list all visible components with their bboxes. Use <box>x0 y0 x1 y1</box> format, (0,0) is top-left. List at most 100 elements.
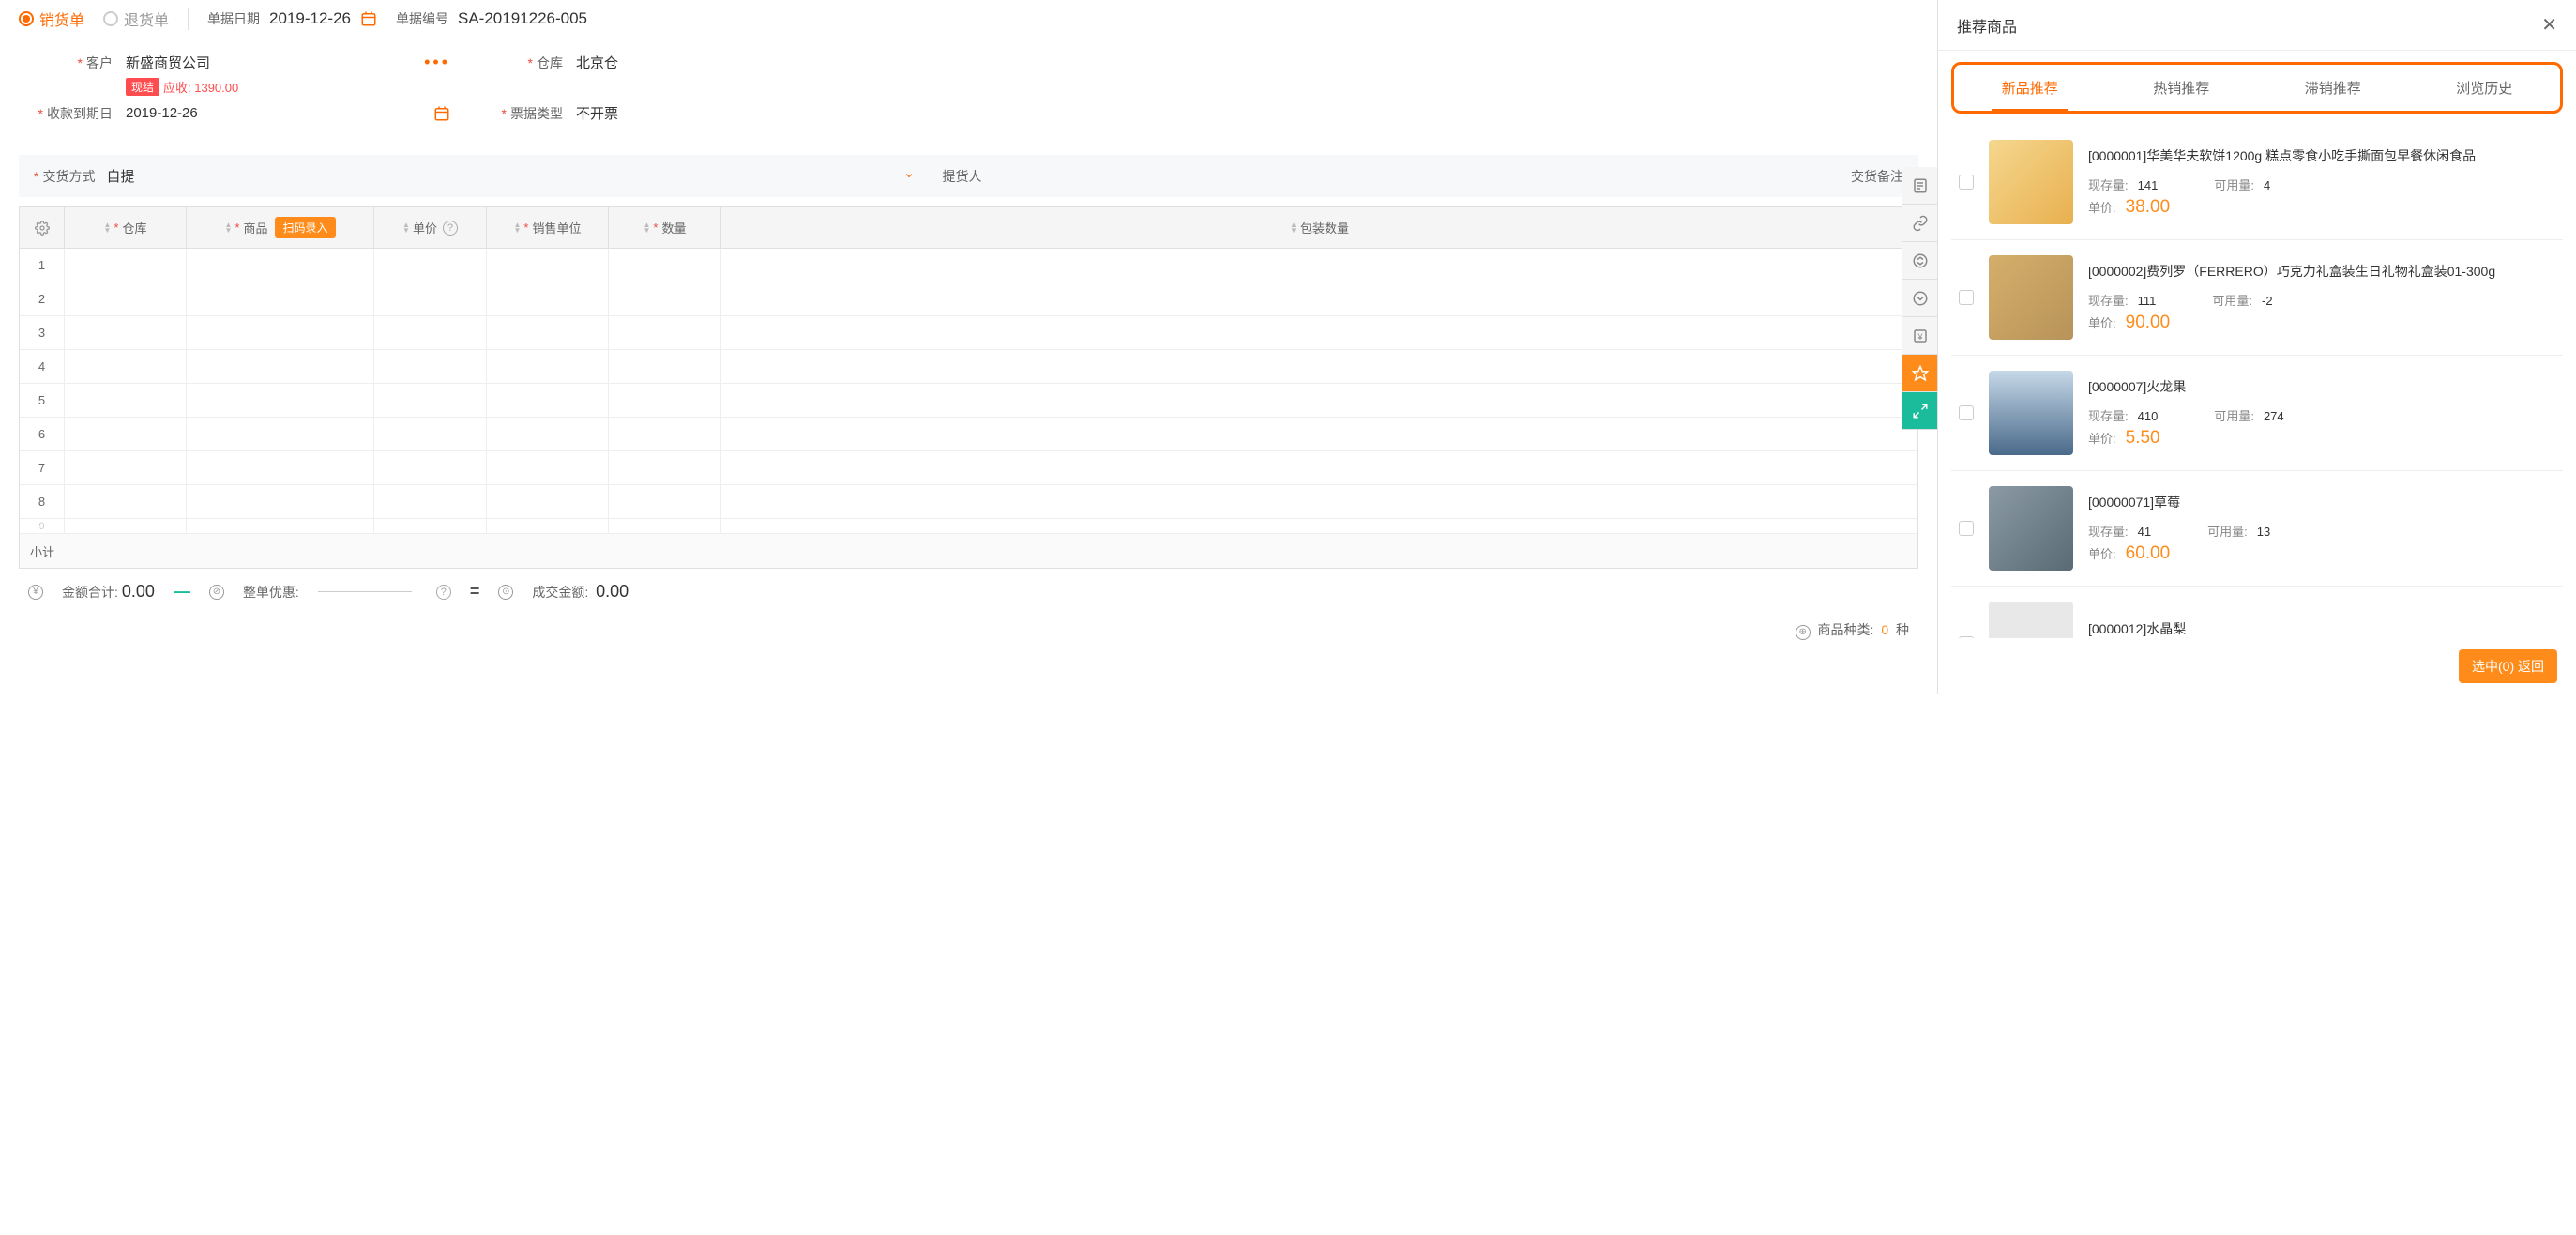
receivable-text: 应收: 1390.00 <box>163 78 238 96</box>
table-row[interactable]: 9 <box>20 519 1917 534</box>
product-checkbox[interactable] <box>1959 175 1974 190</box>
invoice-type-label: 票据类型 <box>510 106 563 121</box>
delivery-method-label: 交货方式 <box>42 169 95 184</box>
radio-icon <box>103 11 118 26</box>
footer-totals: ¥ 金额合计:0.00 — ⊘ 整单优惠: ? = ⊙ 成交金额: 0.00 <box>0 569 1937 615</box>
warehouse-value[interactable]: 北京仓 <box>576 53 618 72</box>
table-row[interactable]: 7 <box>20 451 1917 485</box>
items-table: ▲▼*仓库 ▲▼*商品扫码录入 ▲▼单价? ▲▼*销售单位 ▲▼*数量 ▲▼包装… <box>19 206 1918 569</box>
product-checkbox[interactable] <box>1959 290 1974 305</box>
product-image <box>1989 602 2073 638</box>
doc-no-value: SA-20191226-005 <box>458 9 587 28</box>
expand-icon[interactable] <box>1902 392 1937 430</box>
row-num: 4 <box>20 350 65 383</box>
types-icon: ⊕ <box>1796 625 1811 640</box>
header-bar: 销货单 退货单 单据日期 2019-12-26 单据编号 SA-20191226… <box>0 0 1937 38</box>
product-item[interactable]: [0000001]华美华夫软饼1200g 糕点零食小吃手撕面包早餐休闲食品现存量… <box>1951 125 2563 240</box>
star-icon[interactable] <box>1902 355 1937 392</box>
row-num: 2 <box>20 282 65 315</box>
product-image <box>1989 371 2073 455</box>
picker-label: 提货人 <box>943 167 982 186</box>
row-num: 1 <box>20 249 65 282</box>
equals-icon: = <box>470 582 480 602</box>
row-num: 6 <box>20 418 65 450</box>
doc-no-label: 单据编号 <box>396 9 448 28</box>
calendar-icon[interactable] <box>360 10 377 27</box>
currency-icon: ¥ <box>28 585 43 600</box>
collapse-icon[interactable] <box>1902 280 1937 317</box>
doc-date-value[interactable]: 2019-12-26 <box>269 9 351 28</box>
invoice-type-value[interactable]: 不开票 <box>576 103 618 123</box>
product-name: [0000001]华美华夫软饼1200g 糕点零食小吃手撕面包早餐休闲食品 <box>2088 146 2555 166</box>
col-pack[interactable]: ▲▼包装数量 <box>721 207 1917 248</box>
table-row[interactable]: 2 <box>20 282 1917 316</box>
total-value: 0.00 <box>122 582 155 601</box>
scan-button[interactable]: 扫码录入 <box>275 217 335 238</box>
minus-icon: — <box>174 582 190 602</box>
recommend-title: 推荐商品 <box>1957 14 2017 37</box>
table-row[interactable]: 6 <box>20 418 1917 451</box>
radio-icon <box>19 11 34 26</box>
product-image <box>1989 255 2073 340</box>
help-icon[interactable]: ? <box>443 221 458 236</box>
exchange-icon[interactable] <box>1902 242 1937 280</box>
product-item[interactable]: [0000002]费列罗（FERRERO）巧克力礼盒装生日礼物礼盒装01-300… <box>1951 240 2563 356</box>
product-image <box>1989 140 2073 224</box>
col-qty[interactable]: ▲▼*数量 <box>609 207 721 248</box>
row-num: 3 <box>20 316 65 349</box>
table-row[interactable]: 5 <box>20 384 1917 418</box>
tab-history[interactable]: 浏览历史 <box>2409 65 2561 111</box>
customer-label: 客户 <box>86 55 113 70</box>
close-icon[interactable]: ✕ <box>2541 13 2557 37</box>
col-product[interactable]: ▲▼*商品扫码录入 <box>187 207 374 248</box>
deal-value: 0.00 <box>596 582 629 601</box>
customer-value[interactable]: 新盛商贸公司 <box>126 53 210 72</box>
pay-due-label: 收款到期日 <box>47 106 113 121</box>
product-item[interactable]: [0000007]火龙果现存量:410可用量:274单价:5.50 <box>1951 356 2563 471</box>
col-unit[interactable]: ▲▼*销售单位 <box>487 207 609 248</box>
product-checkbox[interactable] <box>1959 521 1974 536</box>
product-item[interactable]: [0000012]水晶梨50斤 <box>1951 587 2563 638</box>
col-price[interactable]: ▲▼单价? <box>374 207 487 248</box>
col-warehouse[interactable]: ▲▼*仓库 <box>65 207 187 248</box>
delivery-remark-label: 交货备注 <box>1851 167 1903 186</box>
pay-due-value[interactable]: 2019-12-26 <box>126 105 198 121</box>
delivery-method-value[interactable]: 自提 <box>106 166 891 186</box>
product-image <box>1989 486 2073 571</box>
tab-hot[interactable]: 热销推荐 <box>2106 65 2258 111</box>
cny-icon[interactable]: ¥ <box>1902 317 1937 355</box>
product-name: [0000002]费列罗（FERRERO）巧克力礼盒装生日礼物礼盒装01-300… <box>2088 262 2555 282</box>
product-item[interactable]: [00000071]草莓现存量:41可用量:13单价:60.00 <box>1951 471 2563 587</box>
tab-new[interactable]: 新品推荐 <box>1954 65 2106 111</box>
discount-label: 整单优惠: <box>243 583 299 602</box>
note-icon[interactable] <box>1902 167 1937 205</box>
table-row[interactable]: 4 <box>20 350 1917 384</box>
total-label: 金额合计: <box>62 585 118 600</box>
tab-sale-label: 销货单 <box>39 8 84 30</box>
help-icon[interactable]: ? <box>436 585 451 600</box>
row-num: 5 <box>20 384 65 417</box>
product-name: [00000071]草莓 <box>2088 493 2555 512</box>
chevron-down-icon[interactable] <box>903 169 915 184</box>
more-icon[interactable]: ••• <box>424 53 478 72</box>
svg-text:¥: ¥ <box>1917 331 1923 341</box>
link-icon[interactable] <box>1902 205 1937 242</box>
cash-settle-badge: 现结 <box>126 78 159 96</box>
select-return-button[interactable]: 选中(0) 返回 <box>2459 649 2557 683</box>
deal-icon: ⊙ <box>498 585 513 600</box>
tab-return-label: 退货单 <box>124 8 169 30</box>
discount-input[interactable] <box>318 591 412 592</box>
table-row[interactable]: 1 <box>20 249 1917 282</box>
discount-icon: ⊘ <box>209 585 224 600</box>
side-toolbar: ¥ <box>1902 167 1937 430</box>
table-row[interactable]: 8 <box>20 485 1917 519</box>
warehouse-label: 仓库 <box>537 55 563 70</box>
tab-slow[interactable]: 滞销推荐 <box>2257 65 2409 111</box>
product-checkbox[interactable] <box>1959 405 1974 420</box>
table-row[interactable]: 3 <box>20 316 1917 350</box>
tab-return-order[interactable]: 退货单 <box>103 8 169 30</box>
tab-sale-order[interactable]: 销货单 <box>19 8 84 30</box>
gear-column[interactable] <box>20 207 65 248</box>
calendar-icon[interactable] <box>433 105 478 122</box>
doc-date-label: 单据日期 <box>207 9 260 28</box>
